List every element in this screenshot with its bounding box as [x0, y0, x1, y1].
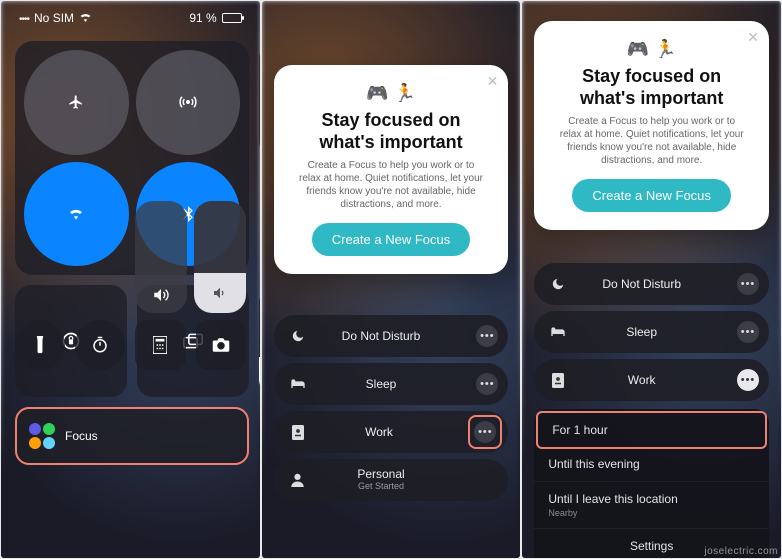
battery-pct: 91 %	[189, 11, 216, 25]
battery-icon	[222, 13, 242, 23]
carrier-label: No SIM	[34, 11, 74, 25]
wifi-icon	[79, 11, 92, 25]
mode-do-not-disturb[interactable]: Do Not Disturb •••	[274, 315, 509, 357]
screenshot-2-focus-sheet: ✕ 🎮 🏃 Stay focused on what's important C…	[262, 1, 521, 558]
screenshot-3-work-options: ✕ 🎮 🏃 Stay focused on what's important C…	[522, 1, 781, 558]
focus-button[interactable]: Focus	[15, 407, 249, 465]
mode-do-not-disturb[interactable]: Do Not Disturb •••	[534, 263, 769, 305]
mode-work[interactable]: Work •••	[274, 411, 509, 453]
focus-body: Create a Focus to help you work or to re…	[552, 115, 751, 167]
option-until-leave-location[interactable]: Until I leave this location Nearby	[534, 482, 769, 529]
cellular-data-toggle[interactable]	[136, 50, 241, 155]
calculator-button[interactable]	[135, 320, 185, 370]
focus-intro-card: ✕ 🎮 🏃 Stay focused on what's important C…	[274, 65, 509, 274]
now-playing-tile[interactable]: Not Playing	[259, 41, 260, 159]
more-icon[interactable]: •••	[474, 421, 496, 443]
focus-body: Create a Focus to help you work or to re…	[292, 159, 491, 211]
mode-personal[interactable]: Personal Get Started	[274, 459, 509, 501]
volume-slider[interactable]	[194, 201, 246, 313]
mode-sleep[interactable]: Sleep •••	[274, 363, 509, 405]
status-bar: No SIM 91 %	[1, 1, 260, 29]
mode-label: Sleep	[570, 325, 737, 339]
more-icon[interactable]: •••	[737, 273, 759, 295]
create-focus-button[interactable]: Create a New Focus	[572, 179, 731, 212]
mode-label: Work	[310, 425, 473, 439]
person-icon	[286, 473, 310, 487]
option-for-1-hour[interactable]: For 1 hour	[536, 411, 767, 449]
moon-icon	[286, 329, 310, 343]
focus-intro-card: ✕ 🎮 🏃 Stay focused on what's important C…	[534, 21, 769, 230]
focus-emoji-icon: 🎮 🏃	[292, 83, 491, 104]
focus-label: Focus	[65, 429, 98, 443]
focus-heading: Stay focused on what's important	[552, 66, 751, 109]
airplane-mode-toggle[interactable]	[24, 50, 129, 155]
volume-slider-2[interactable]	[135, 201, 187, 313]
mode-sleep[interactable]: Sleep •••	[534, 311, 769, 353]
badge-icon	[286, 425, 310, 440]
mode-label: Do Not Disturb	[570, 277, 737, 291]
option-until-evening[interactable]: Until this evening	[534, 447, 769, 482]
signal-dots-icon	[19, 11, 29, 25]
focus-emoji-icon: 🎮 🏃	[552, 39, 751, 60]
more-icon[interactable]: •••	[737, 369, 759, 391]
bed-icon	[546, 326, 570, 338]
badge-icon	[546, 373, 570, 388]
mode-label: Do Not Disturb	[310, 329, 477, 343]
bed-icon	[286, 378, 310, 390]
close-icon[interactable]: ✕	[487, 73, 499, 90]
mode-label: Personal Get Started	[310, 468, 477, 491]
focus-modes-icon	[29, 423, 55, 449]
wifi-toggle[interactable]	[24, 162, 129, 267]
watermark: joselectric.com	[704, 546, 778, 557]
mode-label: Work	[570, 373, 737, 387]
more-icon[interactable]: •••	[476, 325, 498, 347]
timer-button[interactable]	[75, 320, 125, 370]
mode-work[interactable]: Work •••	[534, 359, 769, 401]
mode-label: Sleep	[310, 377, 477, 391]
moon-icon	[546, 277, 570, 291]
focus-heading: Stay focused on what's important	[292, 110, 491, 153]
work-duration-menu: For 1 hour Until this evening Until I le…	[534, 409, 769, 558]
more-icon[interactable]: •••	[737, 321, 759, 343]
screenshot-1-control-center: No SIM 91 % Not Playing	[1, 1, 260, 558]
close-icon[interactable]: ✕	[747, 29, 759, 46]
camera-button[interactable]	[196, 320, 246, 370]
flashlight-button[interactable]	[15, 320, 65, 370]
more-icon[interactable]: •••	[476, 373, 498, 395]
create-focus-button[interactable]: Create a New Focus	[312, 223, 471, 256]
